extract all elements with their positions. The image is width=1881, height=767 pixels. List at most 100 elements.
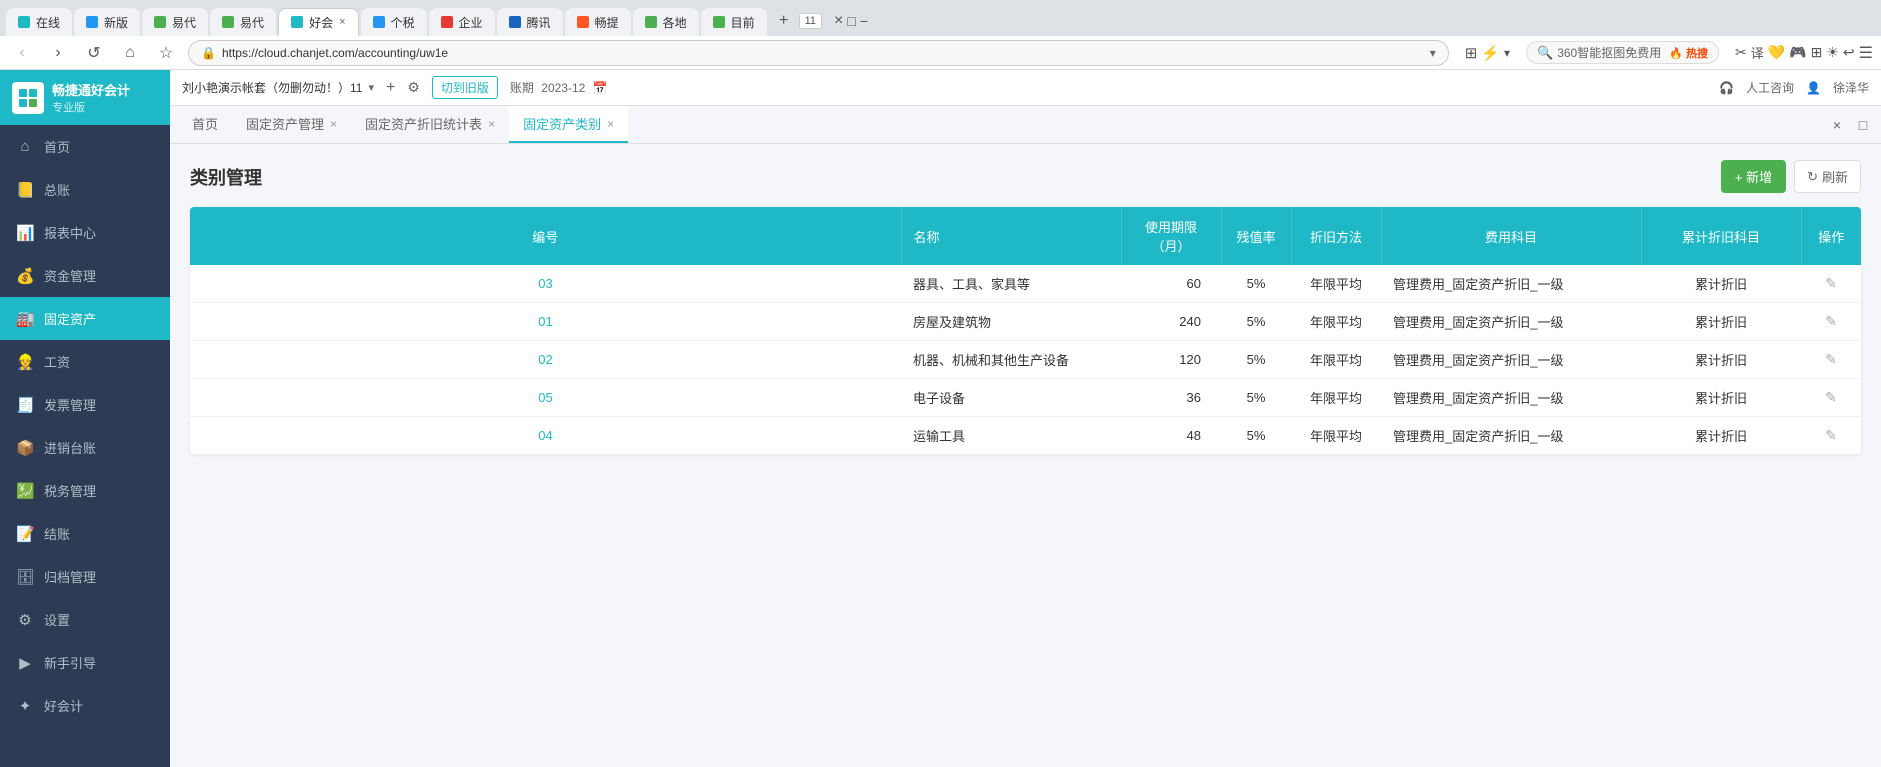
sidebar-item-label-ledger: 总账: [44, 180, 70, 199]
tab-fixed-cat-label: 固定资产类别: [523, 114, 601, 133]
sidebar-logo: 畅捷通好会计 专业版: [0, 70, 170, 125]
menu-icon[interactable]: ☰: [1859, 43, 1873, 63]
browser-tab-yidai1[interactable]: 易代: [142, 8, 208, 36]
edit-btn-2[interactable]: ✎: [1825, 351, 1837, 367]
sidebar-item-closeacct[interactable]: 📝 结账: [0, 512, 170, 555]
sidebar-item-fixed[interactable]: 🏭 固定资产: [0, 297, 170, 340]
back-btn[interactable]: ‹: [8, 39, 36, 67]
report-icon: 📊: [16, 224, 34, 242]
tab-fixed-mgmt[interactable]: 固定资产管理 ×: [232, 106, 351, 143]
cell-name-1: 房屋及建筑物: [901, 303, 1121, 341]
content-area: 刘小艳演示帐套（勿删勿动！）11 ▾ + ⚙ 切到旧版 账期 2023-12 📅…: [170, 70, 1881, 767]
edit-btn-1[interactable]: ✎: [1825, 313, 1837, 329]
row-num-link-4[interactable]: 04: [538, 428, 552, 443]
grid-icon[interactable]: ⊞: [1465, 44, 1478, 62]
cell-expense-1: 管理费用_固定资产折旧_一级: [1381, 303, 1641, 341]
sidebar-item-guide[interactable]: ▶ 新手引导: [0, 641, 170, 684]
browser-tab-new[interactable]: 新版: [74, 8, 140, 36]
sidebar-item-payroll[interactable]: 👷 工资: [0, 340, 170, 383]
row-num-link-3[interactable]: 05: [538, 390, 552, 405]
closeacct-icon: 📝: [16, 525, 34, 543]
hot-label: 🔥 热搜: [1669, 45, 1708, 61]
window-close-btn[interactable]: ×: [834, 12, 843, 30]
sidebar: 畅捷通好会计 专业版 ⌂ 首页 📒 总账 📊 报表中心 💰 资金管理 🏭 固定资…: [0, 70, 170, 767]
row-num-link-2[interactable]: 02: [538, 352, 552, 367]
undo-icon[interactable]: ↩: [1843, 44, 1855, 61]
sidebar-item-ledger[interactable]: 📒 总账: [0, 168, 170, 211]
window-restore-btn[interactable]: □: [847, 13, 855, 29]
sidebar-item-help[interactable]: ✦ 好会计: [0, 684, 170, 727]
wallet-icon[interactable]: 💛: [1768, 44, 1785, 61]
sidebar-item-inventory[interactable]: 📦 进销台账: [0, 426, 170, 469]
sidebar-logo-text: 畅捷通好会计 专业版: [52, 80, 130, 115]
browser-tab-qiye[interactable]: 企业: [429, 8, 495, 36]
tab-fixed-category[interactable]: 固定资产类别 ×: [509, 106, 628, 143]
add-btn[interactable]: + 新增: [1721, 160, 1786, 193]
brightness-icon[interactable]: ☀: [1826, 44, 1839, 61]
home-btn[interactable]: ⌂: [116, 39, 144, 67]
browser-tab-gedi[interactable]: 各地: [633, 8, 699, 36]
browser-tab-yidai2[interactable]: 易代: [210, 8, 276, 36]
company-selector[interactable]: 刘小艳演示帐套（勿删勿动！）11 ▾: [182, 79, 374, 96]
tab-fixed-mgmt-close[interactable]: ×: [330, 117, 337, 131]
cell-period-3: 36: [1121, 379, 1221, 417]
refresh-btn[interactable]: ↻ 刷新: [1794, 160, 1861, 193]
browser-tab-geshui[interactable]: 个税: [361, 8, 427, 36]
browser-tab-changte[interactable]: 畅提: [565, 8, 631, 36]
reload-btn[interactable]: ↺: [80, 39, 108, 67]
tab-window-controls: × □: [1827, 115, 1873, 135]
tab-fixed-cat-close[interactable]: ×: [607, 117, 614, 131]
sidebar-item-label-home: 首页: [44, 137, 70, 156]
dropdown-icon[interactable]: ▾: [1504, 46, 1510, 60]
username[interactable]: 徐泽华: [1833, 79, 1869, 96]
browser-tab-tengxun[interactable]: 腾讯: [497, 8, 563, 36]
switch-version-btn[interactable]: 切到旧版: [432, 76, 498, 99]
tab-close-all-btn[interactable]: ×: [1827, 115, 1847, 135]
bolt-icon[interactable]: ⚡: [1481, 44, 1500, 62]
settings-sm-btn[interactable]: ⚙: [407, 79, 420, 96]
window-minimize-btn[interactable]: −: [860, 13, 868, 29]
cell-residual-0: 5%: [1221, 265, 1291, 303]
cell-method-1: 年限平均: [1291, 303, 1381, 341]
row-num-link-0[interactable]: 03: [538, 276, 552, 291]
sidebar-item-home[interactable]: ⌂ 首页: [0, 125, 170, 168]
row-num-link-1[interactable]: 01: [538, 314, 552, 329]
game-icon[interactable]: 🎮: [1789, 44, 1806, 61]
browser-tab-online[interactable]: 在线: [6, 8, 72, 36]
sidebar-item-archive[interactable]: 🗄 归档管理: [0, 555, 170, 598]
browser-tab-muqian[interactable]: 目前: [701, 8, 767, 36]
company-dropdown-icon[interactable]: ▾: [368, 81, 374, 94]
search-icon: 🔍: [1537, 45, 1553, 61]
scissors-icon[interactable]: ✂: [1735, 44, 1747, 61]
layout-icon[interactable]: ⊞: [1811, 44, 1823, 61]
consult-label[interactable]: 人工咨询: [1746, 79, 1794, 96]
tab-fixed-mgmt-label: 固定资产管理: [246, 114, 324, 133]
sidebar-item-fund[interactable]: 💰 资金管理: [0, 254, 170, 297]
sidebar-item-settings[interactable]: ⚙ 设置: [0, 598, 170, 641]
page-content: 类别管理 + 新增 ↻ 刷新 编号 名称 使用期限（月） 残值率: [170, 144, 1881, 767]
sidebar-item-report[interactable]: 📊 报表中心: [0, 211, 170, 254]
edit-btn-0[interactable]: ✎: [1825, 275, 1837, 291]
address-dropdown[interactable]: ▾: [1430, 46, 1436, 60]
forward-btn[interactable]: ›: [44, 39, 72, 67]
cell-expense-0: 管理费用_固定资产折旧_一级: [1381, 265, 1641, 303]
cell-action-2: ✎: [1801, 341, 1861, 379]
browser-tab-close-haohui[interactable]: ×: [339, 16, 345, 28]
sidebar-item-tax[interactable]: 💹 税务管理: [0, 469, 170, 512]
address-input[interactable]: 🔒 https://cloud.chanjet.com/accounting/u…: [188, 40, 1449, 66]
add-tab-btn[interactable]: +: [773, 10, 795, 32]
calendar-icon[interactable]: 📅: [593, 81, 608, 95]
bookmark-btn[interactable]: ☆: [152, 39, 180, 67]
sidebar-item-label-inventory: 进销台账: [44, 438, 96, 457]
sidebar-item-invoice[interactable]: 🧾 发票管理: [0, 383, 170, 426]
edit-btn-3[interactable]: ✎: [1825, 389, 1837, 405]
translate-icon[interactable]: 译: [1751, 43, 1764, 62]
cell-action-1: ✎: [1801, 303, 1861, 341]
tab-home[interactable]: 首页: [178, 106, 232, 143]
tab-fixed-depreciation[interactable]: 固定资产折旧统计表 ×: [351, 106, 509, 143]
tab-fixed-depr-close[interactable]: ×: [488, 117, 495, 131]
tab-expand-btn[interactable]: □: [1853, 115, 1873, 135]
add-company-btn[interactable]: +: [386, 79, 395, 97]
edit-btn-4[interactable]: ✎: [1825, 427, 1837, 443]
browser-tab-haohui[interactable]: 好会 ×: [278, 8, 358, 36]
